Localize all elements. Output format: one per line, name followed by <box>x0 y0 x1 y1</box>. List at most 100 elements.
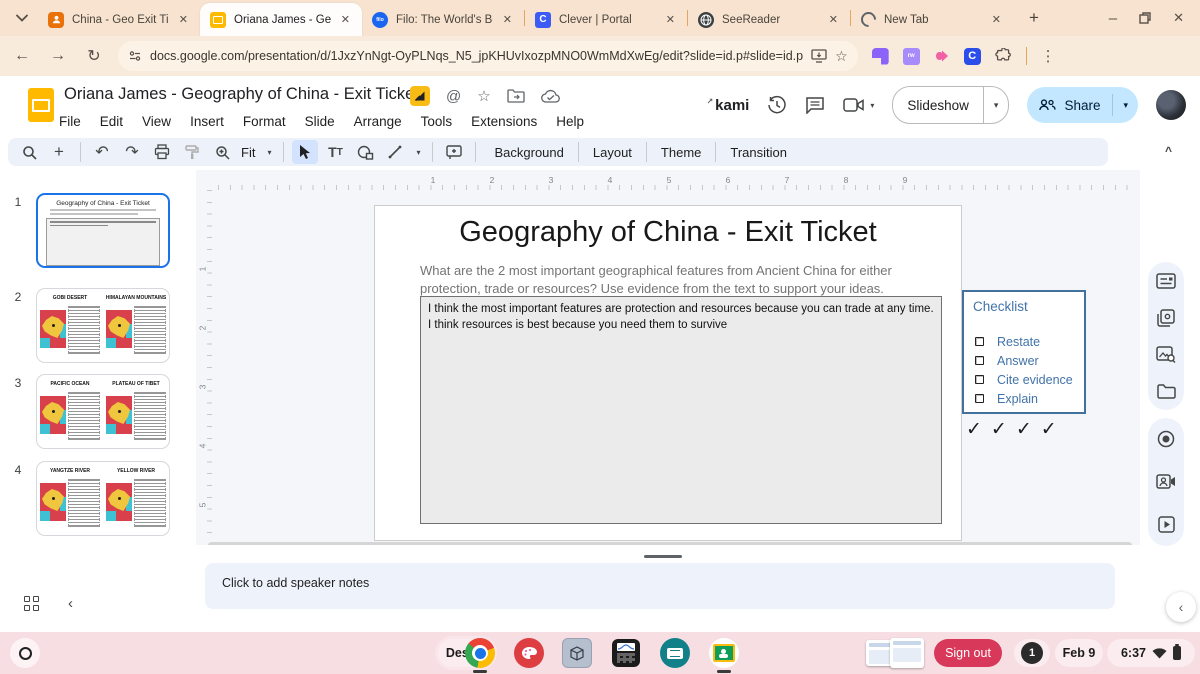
bookmark-star-icon[interactable]: ☆ <box>835 48 848 65</box>
browser-tab-oriana-james-geogra[interactable]: Oriana James - Geogra ✕ <box>200 3 362 36</box>
tab-close-icon[interactable]: ✕ <box>827 13 840 26</box>
insert-comment-button[interactable] <box>441 140 467 164</box>
transition-button[interactable]: Transition <box>720 145 797 160</box>
menu-tools[interactable]: Tools <box>414 112 460 131</box>
status-tray[interactable]: 6:37 <box>1107 639 1195 667</box>
checkbox-icon[interactable] <box>975 375 984 384</box>
tab-close-icon[interactable]: ✕ <box>339 13 352 26</box>
zoom-button[interactable] <box>209 140 235 164</box>
install-app-icon[interactable] <box>811 49 827 63</box>
theme-button[interactable]: Theme <box>651 145 711 160</box>
menu-insert[interactable]: Insert <box>183 112 231 131</box>
kami-doc-icon[interactable] <box>410 86 430 106</box>
slide-editor[interactable]: Geography of China - Exit Ticket What ar… <box>374 205 962 541</box>
speaker-notes-input[interactable]: Click to add speaker notes <box>205 563 1115 609</box>
grid-view-button[interactable] <box>24 595 40 612</box>
pink-arrow-extension-icon[interactable] <box>934 49 950 63</box>
search-menus-button[interactable] <box>16 140 42 164</box>
menu-extensions[interactable]: Extensions <box>464 112 544 131</box>
account-avatar[interactable] <box>1156 90 1186 120</box>
select-tool-button[interactable] <box>292 140 319 164</box>
sign-out-button[interactable]: Sign out <box>934 639 1002 667</box>
chrome-app-icon[interactable] <box>463 636 497 670</box>
checkbox-icon[interactable] <box>975 394 984 403</box>
play-video-icon[interactable] <box>1154 513 1178 537</box>
date-pill[interactable]: Feb 9 <box>1055 639 1103 667</box>
paint-format-button[interactable] <box>179 140 205 164</box>
window-previews[interactable] <box>866 637 926 669</box>
clever-app-icon[interactable] <box>658 636 692 670</box>
layout-button[interactable]: Layout <box>583 145 642 160</box>
cube-app-icon[interactable] <box>560 636 594 670</box>
collapse-rail-button[interactable]: ‹ <box>1166 592 1196 622</box>
menu-arrange[interactable]: Arrange <box>347 112 409 131</box>
extensions-puzzle-icon[interactable] <box>994 47 1012 65</box>
zoom-caret-icon[interactable]: ▾ <box>263 148 275 157</box>
close-window-button[interactable]: ✕ <box>1173 10 1184 26</box>
collapse-toolbar-button[interactable]: ^ <box>1165 144 1172 158</box>
site-settings-icon[interactable] <box>128 49 142 63</box>
meet-button[interactable]: ▾ <box>843 97 874 113</box>
move-folder-icon[interactable] <box>507 89 525 103</box>
line-caret-icon[interactable]: ▾ <box>412 148 424 157</box>
tab-close-icon[interactable]: ✕ <box>990 13 1003 26</box>
checklist-item-cite-evidence[interactable]: Cite evidence <box>964 370 1084 389</box>
checkmarks-row[interactable]: ✓ ✓ ✓ ✓ <box>966 418 1057 441</box>
slide-title-text[interactable]: Geography of China - Exit Ticket <box>375 216 961 249</box>
slideshow-dropdown[interactable]: ▾ <box>982 87 1009 123</box>
checkbox-icon[interactable] <box>975 356 984 365</box>
restore-button[interactable] <box>1139 12 1151 24</box>
slide-thumbnail-2[interactable]: GOBI DESERT HIMALAYAN MOUNTAINS <box>36 288 170 363</box>
insert-shape-button[interactable] <box>352 140 378 164</box>
new-tab-button[interactable]: + <box>1021 5 1047 31</box>
tab-close-icon[interactable]: ✕ <box>501 13 514 26</box>
checklist-item-restate[interactable]: Restate <box>964 332 1084 351</box>
browser-tab-new-tab[interactable]: New Tab ✕ <box>851 3 1013 36</box>
url-text[interactable]: docs.google.com/presentation/d/1JxzYnNgt… <box>150 49 803 63</box>
new-slide-button[interactable]: + <box>46 140 72 164</box>
tab-close-icon[interactable]: ✕ <box>177 13 190 26</box>
insert-line-button[interactable] <box>382 140 408 164</box>
checklist-item-answer[interactable]: Answer <box>964 351 1084 370</box>
address-bar[interactable]: docs.google.com/presentation/d/1JxzYnNgt… <box>118 41 858 71</box>
answer-text-box[interactable]: I think the most important features are … <box>420 296 942 524</box>
browser-tab-clever-portal[interactable]: C Clever | Portal ✕ <box>525 3 687 36</box>
calculator-app-icon[interactable] <box>609 636 643 670</box>
image-search-icon[interactable] <box>1154 343 1178 367</box>
forward-button[interactable]: → <box>44 42 72 70</box>
slideshow-button[interactable]: Slideshow ▾ <box>892 86 1010 124</box>
canvas-app-icon[interactable] <box>512 636 546 670</box>
slide-thumbnail-4[interactable]: YANGTZE RIVER YELLOW RIVER <box>36 461 170 536</box>
menu-file[interactable]: File <box>52 112 88 131</box>
share-button[interactable]: Share ▾ <box>1027 87 1138 123</box>
browser-tab-filo-the-world-s-best[interactable]: filo Filo: The World's Best ✕ <box>362 3 524 36</box>
record-icon[interactable] <box>1154 427 1178 451</box>
star-document-icon[interactable]: ☆ <box>477 87 490 105</box>
zoom-select[interactable]: Fit <box>239 145 259 160</box>
notification-pill[interactable]: 1 <box>1014 639 1050 667</box>
menu-format[interactable]: Format <box>236 112 293 131</box>
google-slides-logo[interactable] <box>28 88 54 122</box>
version-history-icon[interactable] <box>767 95 787 115</box>
screen-capture-icon[interactable] <box>1154 306 1178 330</box>
tab-search-button[interactable] <box>8 4 36 32</box>
menu-edit[interactable]: Edit <box>93 112 130 131</box>
kami-extension-icon[interactable] <box>871 47 889 65</box>
slide-question-text[interactable]: What are the 2 most important geographic… <box>420 262 925 298</box>
menu-help[interactable]: Help <box>549 112 591 131</box>
print-button[interactable] <box>149 140 175 164</box>
slide-thumbnail-3[interactable]: PACIFIC OCEAN PLATEAU OF TIBET <box>36 374 170 449</box>
checklist-item-explain[interactable]: Explain <box>964 389 1084 408</box>
document-title[interactable]: Oriana James - Geography of China - Exit… <box>64 85 419 104</box>
smart-chip-icon[interactable]: @ <box>446 88 461 105</box>
menu-view[interactable]: View <box>135 112 178 131</box>
classroom-app-icon[interactable] <box>707 636 741 670</box>
read-write-extension-icon[interactable]: rw <box>902 47 920 65</box>
minimize-button[interactable]: – <box>1109 10 1117 27</box>
browser-tab-seereader[interactable]: SeeReader ✕ <box>688 3 850 36</box>
comments-icon[interactable] <box>805 96 825 114</box>
launcher-button[interactable] <box>10 638 40 668</box>
browser-tab-china-geo-exit-ticket[interactable]: China - Geo Exit Ticket ✕ <box>38 3 200 36</box>
browser-menu-button[interactable]: ⋮ <box>1041 47 1056 65</box>
folder-icon[interactable] <box>1154 380 1178 404</box>
